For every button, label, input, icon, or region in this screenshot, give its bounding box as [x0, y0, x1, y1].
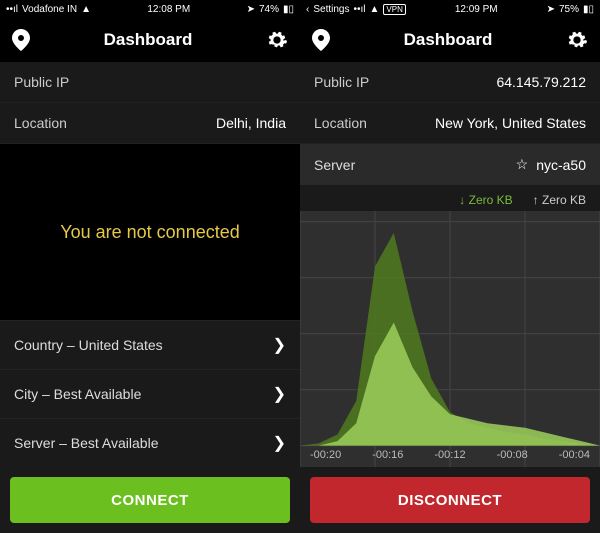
location-value: New York, United States [435, 115, 586, 131]
signal-icon: ••ıl [6, 4, 18, 15]
connection-status-area: You are not connected [0, 144, 300, 320]
location-indicator-icon: ➤ [247, 4, 255, 15]
connect-button[interactable]: CONNECT [10, 477, 290, 523]
x-tick: -00:20 [310, 449, 341, 461]
disconnect-button[interactable]: DISCONNECT [310, 477, 590, 523]
server-label: Server [314, 157, 355, 173]
clock: 12:09 PM [455, 4, 498, 15]
city-option-label: City – Best Available [14, 386, 141, 402]
battery-pct: 74% [259, 4, 279, 15]
location-indicator-icon: ➤ [547, 4, 555, 15]
x-tick: -00:04 [559, 449, 590, 461]
battery-pct: 75% [559, 4, 579, 15]
connection-status-text: You are not connected [60, 222, 239, 243]
map-pin-icon[interactable] [12, 29, 30, 51]
download-rate: Zero KB [469, 193, 513, 207]
server-row[interactable]: Server ☆ nyc-a50 [300, 144, 600, 185]
location-value: Delhi, India [216, 115, 286, 131]
app-header: Dashboard [0, 18, 300, 62]
vpn-badge: VPN [383, 4, 405, 15]
star-icon[interactable]: ☆ [516, 156, 529, 173]
page-title: Dashboard [104, 30, 193, 50]
server-option-label: Server – Best Available [14, 435, 159, 451]
gear-icon[interactable] [566, 29, 588, 51]
back-label[interactable]: Settings [313, 4, 349, 15]
chevron-right-icon: ❯ [273, 433, 286, 453]
location-label: Location [14, 115, 67, 131]
country-option[interactable]: Country – United States ❯ [0, 320, 300, 369]
pane-connected: ‹ Settings ••ıl ▲ VPN 12:09 PM ➤ 75% ▮▯ … [300, 0, 600, 533]
x-tick: -00:16 [372, 449, 403, 461]
server-value: nyc-a50 [536, 157, 586, 173]
app-header: Dashboard [300, 18, 600, 62]
public-ip-label: Public IP [314, 74, 369, 90]
location-label: Location [314, 115, 367, 131]
clock: 12:08 PM [147, 4, 190, 15]
public-ip-value: 64.145.79.212 [496, 74, 586, 90]
arrow-down-icon: ↓ [459, 193, 465, 207]
pane-disconnected: ••ıl Vodafone IN ▲ 12:08 PM ➤ 74% ▮▯ Das… [0, 0, 300, 533]
arrow-up-icon: ↑ [533, 193, 539, 207]
wifi-icon: ▲ [81, 4, 91, 15]
status-bar: ‹ Settings ••ıl ▲ VPN 12:09 PM ➤ 75% ▮▯ [300, 0, 600, 18]
public-ip-label: Public IP [14, 74, 69, 90]
location-row: Location Delhi, India [0, 103, 300, 144]
x-tick: -00:08 [497, 449, 528, 461]
location-row: Location New York, United States [300, 103, 600, 144]
battery-icon: ▮▯ [583, 4, 594, 15]
chevron-right-icon: ❯ [273, 335, 286, 355]
chevron-right-icon: ❯ [273, 384, 286, 404]
wifi-icon: ▲ [370, 4, 380, 15]
back-chevron-icon[interactable]: ‹ [306, 4, 309, 15]
public-ip-row: Public IP 64.145.79.212 [300, 62, 600, 103]
public-ip-row: Public IP [0, 62, 300, 103]
gear-icon[interactable] [266, 29, 288, 51]
signal-icon: ••ıl [353, 4, 365, 15]
rates-row: ↓ Zero KB ↑ Zero KB [300, 185, 600, 211]
x-tick: -00:12 [434, 449, 465, 461]
throughput-chart: -00:20 -00:16 -00:12 -00:08 -00:04 [300, 211, 600, 467]
chart-x-axis: -00:20 -00:16 -00:12 -00:08 -00:04 [300, 449, 600, 461]
city-option[interactable]: City – Best Available ❯ [0, 369, 300, 418]
status-bar: ••ıl Vodafone IN ▲ 12:08 PM ➤ 74% ▮▯ [0, 0, 300, 18]
server-option[interactable]: Server – Best Available ❯ [0, 418, 300, 467]
carrier: Vodafone IN [22, 4, 77, 15]
country-option-label: Country – United States [14, 337, 163, 353]
page-title: Dashboard [404, 30, 493, 50]
map-pin-icon[interactable] [312, 29, 330, 51]
upload-rate: Zero KB [542, 193, 586, 207]
battery-icon: ▮▯ [283, 4, 294, 15]
